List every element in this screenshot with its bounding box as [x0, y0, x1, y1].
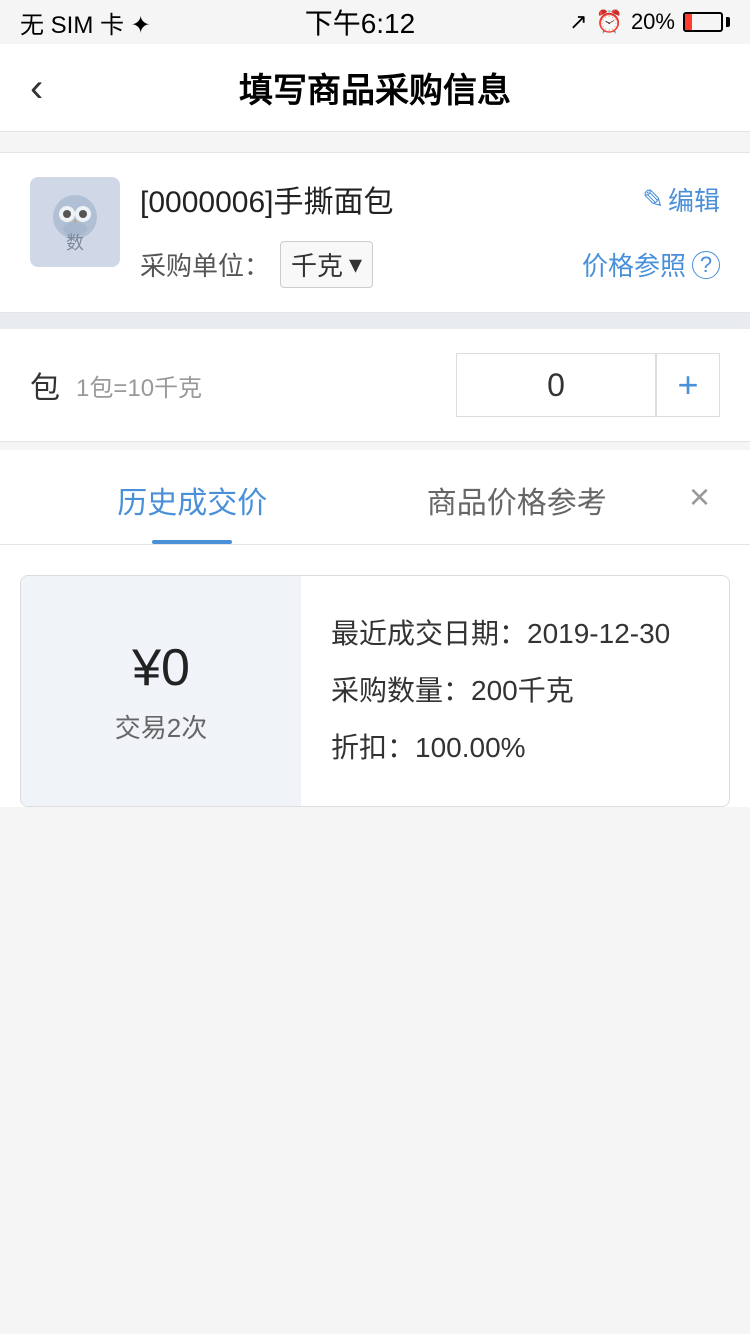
discount-label: 折扣：: [331, 732, 415, 763]
unit-value: 千克: [291, 246, 343, 283]
product-card: 数 [0000006]手撕面包 ✎ 编辑 采购单位： 千克 ▾: [0, 152, 750, 313]
history-card: ¥0 交易2次 最近成交日期：2019-12-30 采购数量：200千克 折扣：…: [20, 575, 730, 807]
tab-price-ref[interactable]: 商品价格参考: [354, 450, 678, 544]
back-button[interactable]: ‹: [30, 68, 43, 108]
sim-label: 无 SIM 卡 ✦: [20, 5, 151, 40]
trade-count: 交易2次: [115, 708, 207, 745]
recent-date-value: 2019-12-30: [527, 618, 670, 649]
qty-row: 采购数量：200千克: [331, 669, 699, 714]
product-thumbnail: 数: [30, 177, 120, 267]
qty-input-group: +: [456, 353, 720, 417]
qty-detail-label: 采购数量：: [331, 675, 471, 706]
qty-unit-hint: 1包=10千克: [76, 368, 202, 403]
quantity-row: 包 1包=10千克 +: [0, 329, 750, 442]
product-name: [0000006]手撕面包: [140, 177, 393, 221]
quantity-input[interactable]: [456, 353, 656, 417]
discount-value: 100.00%: [415, 732, 526, 763]
price-ref-button[interactable]: 价格参照 ?: [582, 246, 720, 283]
qty-label-group: 包 1包=10千克: [30, 363, 202, 407]
status-left: 无 SIM 卡 ✦: [20, 5, 151, 40]
discount-row: 折扣：100.00%: [331, 726, 699, 771]
product-image: 数: [40, 187, 110, 257]
price-value: 0: [161, 639, 190, 697]
recent-date-label: 最近成交日期：: [331, 618, 527, 649]
history-price-display: ¥0: [132, 638, 190, 698]
status-time: 下午6:12: [305, 2, 416, 42]
product-info: [0000006]手撕面包 ✎ 编辑 采购单位： 千克 ▾ 价格参照 ?: [140, 177, 720, 288]
edit-button[interactable]: ✎ 编辑: [642, 181, 720, 218]
price-ref-label: 价格参照: [582, 246, 686, 283]
status-right: ↗ ⏰ 20%: [569, 9, 730, 35]
tab-bar: 历史成交价 商品价格参考 ×: [0, 450, 750, 545]
status-bar: 无 SIM 卡 ✦ 下午6:12 ↗ ⏰ 20%: [0, 0, 750, 44]
tab-close-button[interactable]: ×: [679, 469, 720, 525]
tab-history-price[interactable]: 历史成交价: [30, 450, 354, 544]
history-price-side: ¥0 交易2次: [21, 576, 301, 806]
price-symbol: ¥: [132, 639, 161, 697]
unit-label: 采购单位：: [140, 246, 270, 283]
tab-section: 历史成交价 商品价格参考 × ¥0 交易2次 最近成交日期：2019-12-30…: [0, 450, 750, 807]
divider: [0, 313, 750, 329]
location-icon: ↗: [569, 9, 587, 35]
battery-percent: 20%: [631, 9, 675, 35]
nav-bar: ‹ 填写商品采购信息: [0, 44, 750, 132]
qty-unit: 包: [30, 363, 60, 407]
unit-row: 采购单位： 千克 ▾: [140, 241, 373, 288]
recent-date-row: 最近成交日期：2019-12-30: [331, 612, 699, 657]
price-ref-help-icon: ?: [692, 251, 720, 279]
battery-icon: [683, 12, 730, 32]
edit-icon: ✎: [642, 184, 664, 215]
alarm-icon: ⏰: [596, 9, 623, 35]
qty-detail-value: 200千克: [471, 675, 574, 706]
svg-text:数: 数: [66, 233, 84, 253]
history-detail-side: 最近成交日期：2019-12-30 采购数量：200千克 折扣：100.00%: [301, 576, 729, 806]
dropdown-icon: ▾: [349, 249, 362, 280]
edit-label: 编辑: [668, 181, 720, 218]
qty-plus-button[interactable]: +: [656, 353, 720, 417]
unit-dropdown[interactable]: 千克 ▾: [280, 241, 373, 288]
page-title: 填写商品采购信息: [239, 63, 511, 112]
